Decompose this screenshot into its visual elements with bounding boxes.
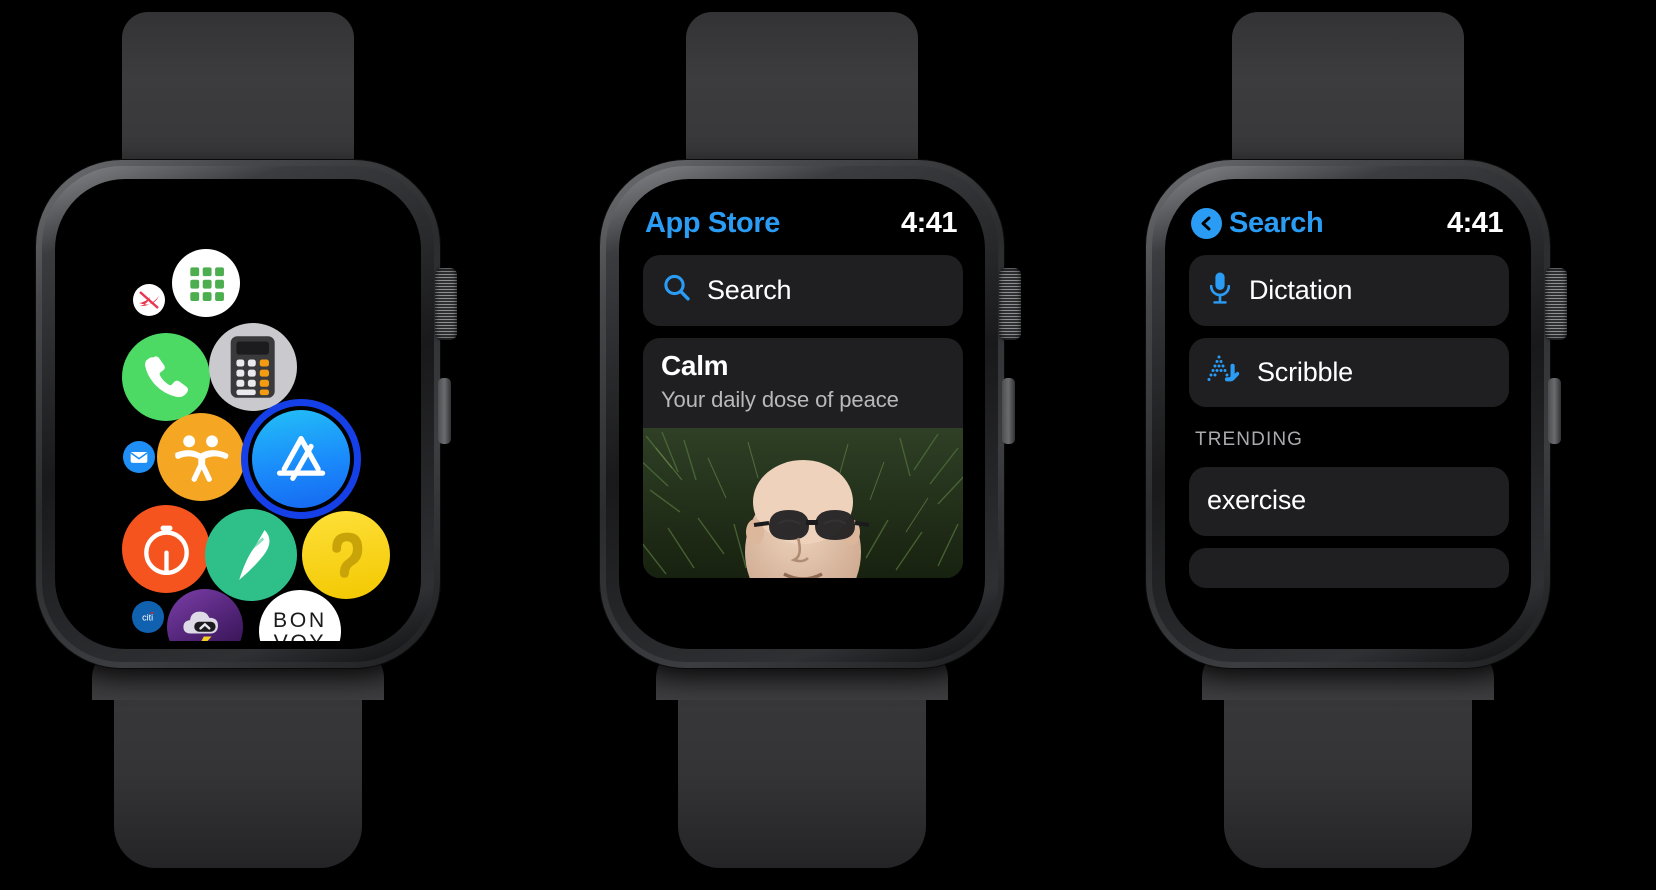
digital-crown[interactable] <box>999 268 1021 340</box>
trending-term[interactable]: exercise <box>1189 467 1509 536</box>
app-grid-screen[interactable]: citi BON VOY <box>63 187 413 641</box>
trending-term-label: exercise <box>1207 485 1306 515</box>
watch-case-inner: Search 4:41 Dictation Scribble TRENDING … <box>1152 166 1544 662</box>
status-time: 4:41 <box>1446 206 1504 239</box>
watch-band-bottom <box>656 648 948 868</box>
watch-screen-3[interactable]: Search 4:41 Dictation Scribble TRENDING … <box>1173 187 1523 641</box>
side-button[interactable] <box>1002 378 1015 444</box>
side-button[interactable] <box>438 378 451 444</box>
scribble-row[interactable]: Scribble <box>1189 338 1509 407</box>
watch-device-search: Search 4:41 Dictation Scribble TRENDING … <box>1118 0 1578 890</box>
trending-term-row-partial[interactable] <box>1189 548 1509 588</box>
watch-bezel: App Store 4:41 Search Calm Your daily do… <box>619 179 985 649</box>
promo-app-name: Calm <box>661 350 729 381</box>
app-icon-noise[interactable] <box>302 511 390 599</box>
watch-device-app-grid: citi BON VOY <box>8 0 468 890</box>
dictation-option[interactable]: Dictation <box>1189 255 1509 326</box>
app-icon-citi[interactable]: citi <box>132 601 164 633</box>
promo-card-header: Calm Your daily dose of peace <box>643 338 963 428</box>
watch-case-inner: App Store 4:41 Search Calm Your daily do… <box>606 166 998 662</box>
watch-case: App Store 4:41 Search Calm Your daily do… <box>600 160 1021 668</box>
watch-band-bottom <box>92 648 384 868</box>
side-button[interactable] <box>1548 378 1561 444</box>
app-icon-nike-run[interactable] <box>133 284 165 316</box>
search-field[interactable]: Search <box>643 255 963 326</box>
watch-case-inner: citi BON VOY <box>42 166 434 662</box>
search-row[interactable]: Search <box>643 255 963 326</box>
promo-card-calm[interactable]: Calm Your daily dose of peace <box>643 338 963 578</box>
app-icon-grid-app[interactable] <box>172 249 240 317</box>
dictation-label: Dictation <box>1249 275 1353 305</box>
promo-photo <box>643 427 963 578</box>
watch-band-bottom <box>1202 648 1494 868</box>
screenshot-stage: citi BON VOY <box>0 0 1656 890</box>
chevron-left-icon <box>1191 207 1222 239</box>
digital-crown[interactable] <box>1545 268 1567 340</box>
svg-text:VOY: VOY <box>274 631 327 641</box>
watch-bezel: Search 4:41 Dictation Scribble TRENDING … <box>1165 179 1531 649</box>
scribble-option[interactable]: Scribble <box>1189 338 1509 407</box>
search-icon <box>661 272 693 309</box>
status-bar: App Store 4:41 <box>643 203 963 243</box>
app-icon-workout[interactable] <box>157 413 245 501</box>
watch-case: Search 4:41 Dictation Scribble TRENDING … <box>1146 160 1567 668</box>
watch-device-app-store: App Store 4:41 Search Calm Your daily do… <box>572 0 1032 890</box>
scribble-label: Scribble <box>1257 357 1353 387</box>
back-label: Search <box>1229 206 1324 239</box>
watch-case: citi BON VOY <box>36 160 457 668</box>
svg-text:BON: BON <box>273 609 327 632</box>
app-icon-calculator[interactable] <box>209 323 297 411</box>
app-icon-robinhood[interactable] <box>205 509 297 601</box>
search-options-screen: Search 4:41 Dictation Scribble TRENDING … <box>1173 187 1523 641</box>
watch-screen-2[interactable]: App Store 4:41 Search Calm Your daily do… <box>627 187 977 641</box>
promo-tagline: Your daily dose of peace <box>661 386 899 412</box>
watch-screen-1[interactable]: citi BON VOY <box>63 187 413 641</box>
watch-bezel: citi BON VOY <box>55 179 421 649</box>
app-icon-bonvoy[interactable]: BON VOY <box>259 590 341 641</box>
search-placeholder-text: Search <box>707 275 792 305</box>
microphone-icon <box>1207 271 1233 310</box>
trending-section-header: TRENDING <box>1195 429 1304 450</box>
status-time: 4:41 <box>900 206 958 239</box>
back-button[interactable]: Search <box>1191 206 1324 240</box>
app-icon-app-store[interactable] <box>252 410 350 508</box>
trending-term-row[interactable]: exercise <box>1189 467 1509 536</box>
app-store-title: App Store <box>645 206 780 239</box>
digital-crown[interactable] <box>435 268 457 340</box>
app-icon-mail[interactable] <box>123 441 155 473</box>
scribble-icon <box>1207 354 1241 391</box>
app-icon-phone[interactable] <box>122 333 210 421</box>
app-icon-timer[interactable] <box>122 505 210 593</box>
svg-text:citi: citi <box>142 613 153 623</box>
app-store-screen: App Store 4:41 Search Calm Your daily do… <box>627 187 977 641</box>
status-bar: Search 4:41 <box>1189 203 1509 243</box>
dictation-row[interactable]: Dictation <box>1189 255 1509 326</box>
